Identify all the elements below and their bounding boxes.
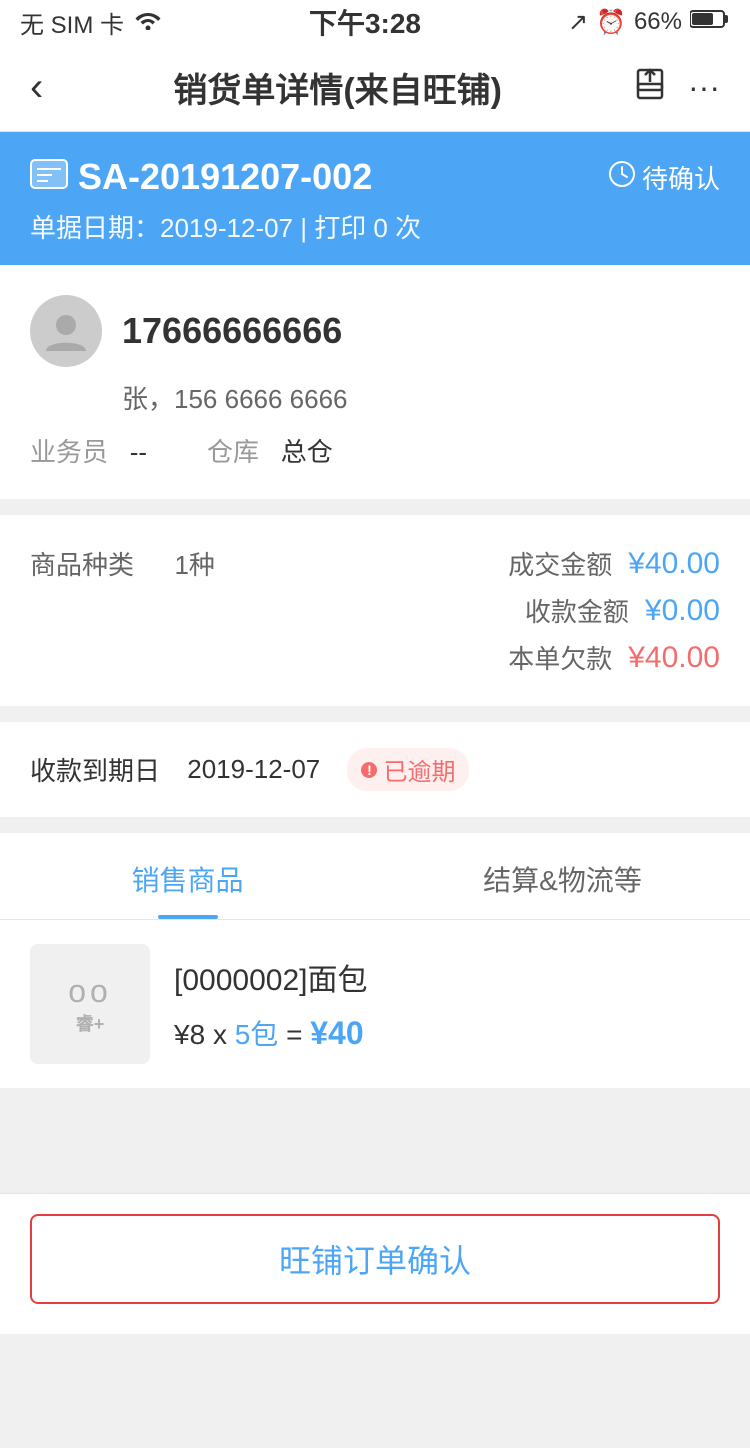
product-price: ¥8 x 5包 = ¥40: [174, 1013, 720, 1053]
transaction-label: 成交金额: [508, 545, 612, 582]
warehouse-value: 总仓: [281, 437, 333, 467]
location-icon: ↗: [568, 8, 588, 37]
order-date: 单据日期：2019-12-07 | 打印 0 次: [30, 208, 720, 245]
status-left: 无 SIM 卡: [20, 5, 162, 40]
product-thumbnail: oo 睿+: [30, 944, 150, 1064]
status-time: 下午3:28: [309, 2, 421, 42]
order-header: SA-20191207-002 待确认 单据日期：2019-12-07 | 打印…: [0, 132, 750, 265]
price-unit: ¥8: [174, 1019, 205, 1050]
thumb-brand: 睿+: [76, 1010, 105, 1036]
bottom-bar: 旺铺订单确认: [0, 1193, 750, 1334]
wifi-icon: [134, 8, 162, 37]
balance-value: ¥40.00: [628, 641, 720, 675]
avatar: [30, 295, 102, 367]
due-section: 收款到期日 2019-12-07 ! 已逾期: [0, 722, 750, 817]
payment-value: ¥0.00: [645, 594, 720, 628]
product-name: [0000002]面包: [174, 955, 720, 999]
overdue-text: 已逾期: [383, 752, 455, 787]
thumb-eyes: oo: [68, 973, 112, 1010]
product-info: [0000002]面包 ¥8 x 5包 = ¥40: [174, 955, 720, 1053]
warehouse-label: 仓库: [207, 437, 259, 467]
overdue-dot-icon: !: [361, 762, 377, 778]
confirm-button[interactable]: 旺铺订单确认: [30, 1214, 720, 1304]
balance-row: 本单欠款 ¥40.00: [508, 639, 720, 676]
salesperson-value: --: [130, 437, 147, 467]
tabs-bar: 销售商品 结算&物流等: [0, 833, 750, 920]
alarm-icon: ⏰: [596, 8, 626, 37]
balance-label: 本单欠款: [508, 639, 612, 676]
salesperson-label: 业务员: [30, 437, 108, 467]
product-type-value: 1种: [174, 550, 214, 580]
product-item: oo 睿+ [0000002]面包 ¥8 x 5包 = ¥40: [30, 944, 720, 1064]
page-title: 销货单详情(来自旺铺): [173, 63, 502, 112]
order-status: 待确认: [608, 159, 720, 196]
tab-products[interactable]: 销售商品: [0, 833, 375, 919]
product-section: oo 睿+ [0000002]面包 ¥8 x 5包 = ¥40: [0, 920, 750, 1088]
customer-phone: 17666666666: [122, 310, 342, 352]
overdue-badge: ! 已逾期: [347, 748, 469, 791]
nav-bar: ‹ 销货单详情(来自旺铺) ···: [0, 44, 750, 132]
back-button[interactable]: ‹: [30, 65, 43, 110]
payment-label: 收款金额: [525, 592, 629, 629]
status-right: ↗ ⏰ 66%: [568, 8, 730, 37]
customer-meta: 业务员 -- 仓库 总仓: [30, 432, 720, 469]
due-date-value: 2019-12-07: [187, 754, 320, 785]
tabs-section: 销售商品 结算&物流等: [0, 833, 750, 920]
due-date-label: 收款到期日: [30, 751, 160, 788]
battery-icon: [690, 8, 730, 36]
share-button[interactable]: [632, 66, 668, 110]
more-button[interactable]: ···: [688, 69, 720, 106]
battery-text: 66%: [634, 8, 682, 36]
status-bar: 无 SIM 卡 下午3:28 ↗ ⏰ 66%: [0, 0, 750, 44]
tab-settlement[interactable]: 结算&物流等: [375, 833, 750, 919]
sim-status: 无 SIM 卡: [20, 5, 124, 40]
price-total: ¥40: [310, 1015, 363, 1051]
nav-right: ···: [632, 66, 720, 110]
customer-name: 张，156 6666 6666: [30, 379, 720, 416]
payment-row: 收款金额 ¥0.00: [525, 592, 720, 629]
product-type-label: 商品种类: [30, 550, 134, 580]
transaction-value: ¥40.00: [628, 547, 720, 581]
customer-section: 17666666666 张，156 6666 6666 业务员 -- 仓库 总仓: [0, 265, 750, 499]
summary-section: 商品种类 1种 成交金额 ¥40.00 收款金额 ¥0.00 本单欠款 ¥40.…: [0, 515, 750, 706]
order-icon: [30, 156, 68, 198]
nav-left: ‹: [30, 65, 43, 110]
price-qty: 5包: [235, 1019, 279, 1050]
order-id: SA-20191207-002: [30, 156, 372, 198]
price-equals: =: [286, 1019, 310, 1050]
clock-icon: [608, 160, 636, 195]
price-multiply: x: [213, 1019, 235, 1050]
transaction-row: 成交金额 ¥40.00: [508, 545, 720, 582]
product-type-row: 商品种类 1种: [30, 545, 215, 582]
